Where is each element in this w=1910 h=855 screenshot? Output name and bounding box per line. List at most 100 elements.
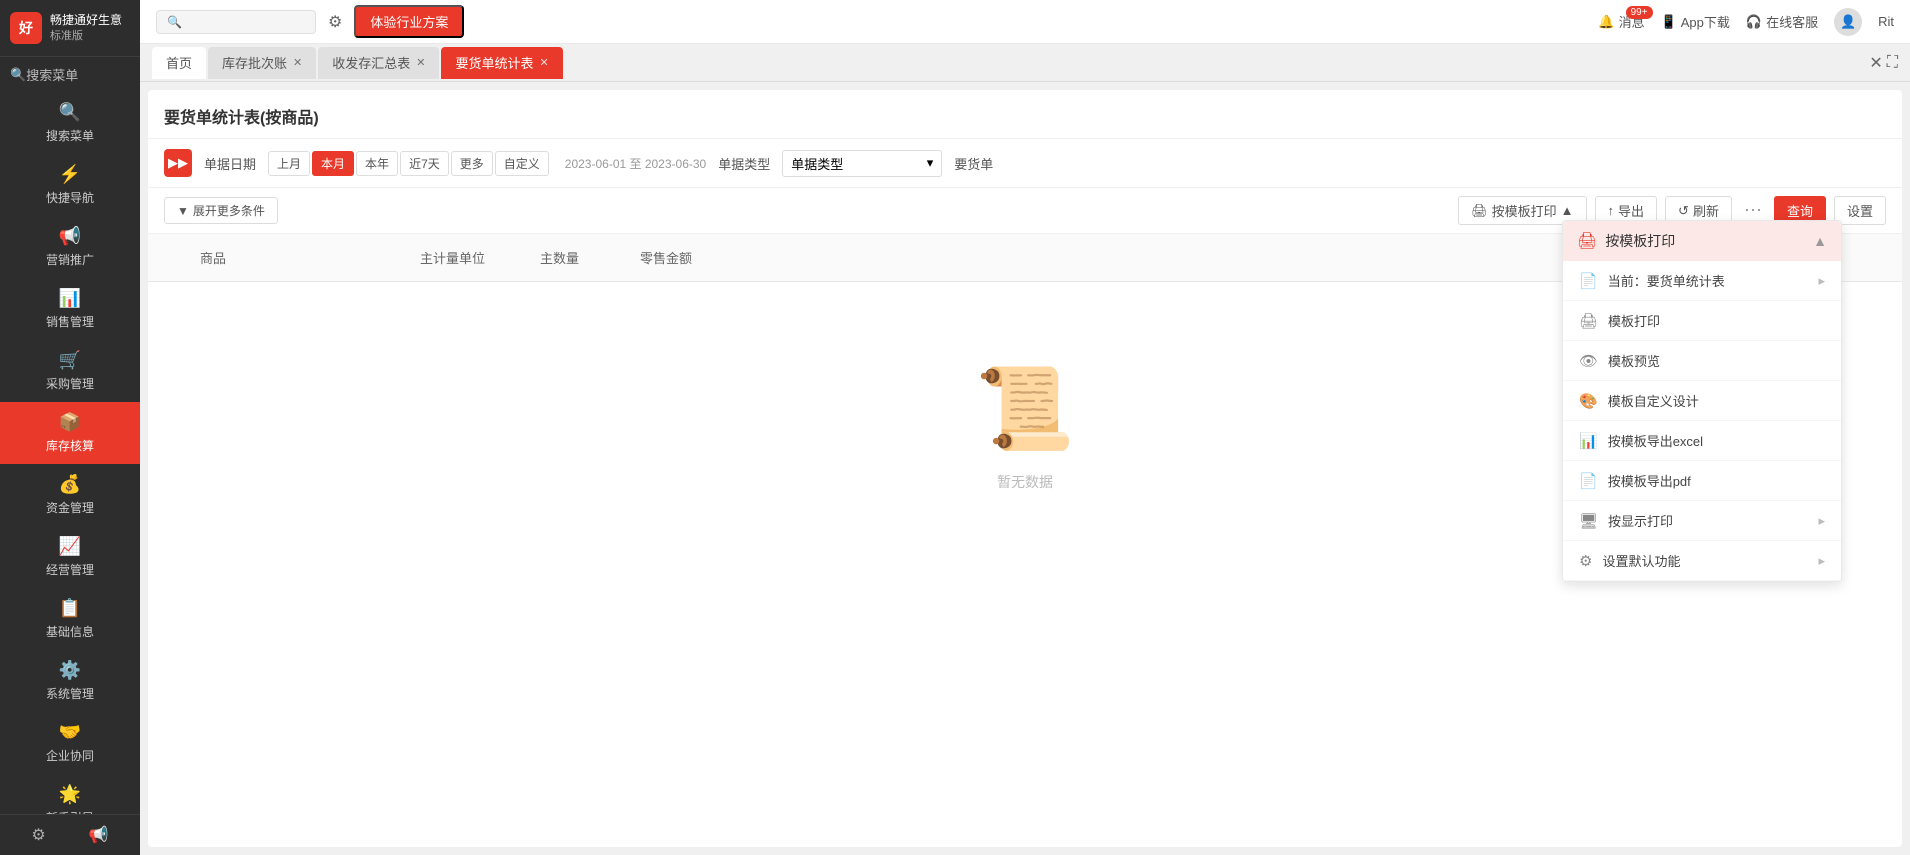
date-btn-自定义[interactable]: 自定义	[495, 151, 549, 176]
tab-close-all-button[interactable]: ✕	[1869, 53, 1882, 73]
sidebar-logo: 好 畅捷通好生意 标准版	[0, 0, 140, 57]
dropdown-template-print[interactable]: 🖨 模板打印	[1563, 301, 1841, 341]
tab-home[interactable]: 首页	[152, 47, 206, 79]
messages-button[interactable]: 🔔 消息 99+	[1598, 12, 1644, 31]
expand-icon: ▶▶	[168, 155, 188, 171]
sidebar-item-system[interactable]: ⚙️ 系统管理	[0, 650, 140, 712]
dropdown-template-preview[interactable]: 👁 模板预览	[1563, 341, 1841, 381]
settings-icon[interactable]: ⚙	[31, 825, 45, 845]
search-icon: 🔍	[167, 15, 182, 29]
date-range-label: 2023-06-01 至 2023-06-30	[565, 155, 706, 172]
online-service-button[interactable]: 🎧 在线客服	[1746, 12, 1818, 31]
date-btn-本年[interactable]: 本年	[356, 151, 398, 176]
trial-button[interactable]: 体验行业方案	[354, 5, 464, 38]
sidebar-search[interactable]: 🔍 搜索菜单	[0, 57, 140, 92]
download-icon: 📱	[1661, 14, 1677, 30]
sidebar-item-label: 销售管理	[46, 313, 94, 330]
sidebar-item-finance[interactable]: 💰 资金管理	[0, 464, 140, 526]
sidebar-item-collab[interactable]: 🤝 企业协同	[0, 712, 140, 774]
search-icon: 🔍	[59, 102, 81, 123]
sidebar-item-label: 基础信息	[46, 623, 94, 640]
dropdown-current-item[interactable]: 📄 当前：要货单统计表 ▸	[1563, 261, 1841, 301]
tab-receipt-summary[interactable]: 收发存汇总表✕	[318, 47, 439, 79]
dropdown-display-print[interactable]: 🖥 按显示打印 ▸	[1563, 501, 1841, 541]
dropdown-close-icon[interactable]: ▲	[1813, 233, 1827, 249]
sidebar-item-label: 营销推广	[46, 251, 94, 268]
sidebar-item-label: 资金管理	[46, 499, 94, 516]
sidebar-bottom: ⚙ 📢	[0, 814, 140, 855]
tab-label: 首页	[166, 53, 192, 72]
main-content: 要货单统计表(按商品) ▶▶ 单据日期 上月本月本年近7天更多自定义 2023-…	[148, 90, 1902, 847]
topbar-right: 🔔 消息 99+ 📱 App下载 🎧 在线客服 👤 Rit	[1598, 8, 1894, 36]
sidebar: 好 畅捷通好生意 标准版 🔍 搜索菜单 🔍 搜索菜单 ⚡ 快捷导航 📢 营销推广…	[0, 0, 140, 855]
dropdown-template-design[interactable]: 🎨 模板自定义设计	[1563, 381, 1841, 421]
sidebar-item-marketing[interactable]: 📢 营销推广	[0, 216, 140, 278]
expand-more-button[interactable]: ▼ 展开更多条件	[164, 197, 278, 224]
date-btn-上月[interactable]: 上月	[268, 151, 310, 176]
set-default-chevron-icon: ▸	[1818, 553, 1825, 569]
dropdown-current-label: 当前：要货单统计表	[1608, 271, 1725, 290]
table-column-header: 零售金额	[628, 242, 748, 273]
logo-icon: 好	[10, 12, 42, 44]
finance-icon: 💰	[59, 474, 81, 495]
sidebar-item-label: 系统管理	[46, 685, 94, 702]
sidebar-item-label: 新手引导	[46, 809, 94, 814]
page-header: 要货单统计表(按商品)	[148, 90, 1902, 139]
dropdown-set-default[interactable]: ⚙ 设置默认功能 ▸	[1563, 541, 1841, 581]
dropdown-title: 按模板打印	[1605, 231, 1675, 251]
topbar-gear-icon[interactable]: ⚙	[328, 12, 342, 32]
sidebar-item-search[interactable]: 🔍 搜索菜单	[0, 92, 140, 154]
date-btn-更多[interactable]: 更多	[451, 151, 493, 176]
sidebar-item-label: 快捷导航	[46, 189, 94, 206]
guide-icon: 🌟	[59, 784, 81, 805]
tab-order-stats[interactable]: 要货单统计表✕	[441, 47, 562, 79]
print-dropdown: 🖨 按模板打印 ▲ 📄 当前：要货单统计表 ▸ 🖨 模板打印 👁 模板预览	[1562, 220, 1842, 582]
sidebar-item-sales[interactable]: 📊 销售管理	[0, 278, 140, 340]
print-header-icon: 🖨	[1577, 231, 1597, 251]
tab-maximize-button[interactable]: ⛶	[1887, 53, 1898, 73]
set-default-icon: ⚙	[1579, 552, 1592, 570]
dropdown-export-excel[interactable]: 📊 按模板导出excel	[1563, 421, 1841, 461]
basic-info-icon: 📋	[59, 598, 81, 619]
topbar: 🔍 ⚙ 体验行业方案 🔔 消息 99+ 📱 App下载 🎧 在线客服 👤 Rit	[140, 0, 1910, 44]
settings-button[interactable]: 设置	[1834, 196, 1886, 225]
inventory-icon: 📦	[59, 412, 81, 433]
type-filter-label: 单据类型	[718, 154, 770, 173]
tab-label: 库存批次账	[222, 53, 287, 72]
sidebar-item-operations[interactable]: 📈 经营管理	[0, 526, 140, 588]
more-options-icon[interactable]: ⋯	[1740, 200, 1766, 221]
sidebar-item-guide[interactable]: 🌟 新手引导	[0, 774, 140, 814]
volume-icon[interactable]: 📢	[89, 825, 109, 845]
expand-more-icon: ▼	[177, 204, 189, 218]
dropdown-export-pdf[interactable]: 📄 按模板导出pdf	[1563, 461, 1841, 501]
sidebar-item-inventory[interactable]: 📦 库存核算	[0, 402, 140, 464]
table-column-header: 主数量	[528, 242, 628, 273]
sidebar-item-label: 采购管理	[46, 375, 94, 392]
export-icon: ↑	[1608, 203, 1615, 218]
sidebar-item-label: 经营管理	[46, 561, 94, 578]
empty-text: 暂无数据	[997, 472, 1053, 492]
filter-expand-button[interactable]: ▶▶	[164, 149, 192, 177]
tab-close-icon[interactable]: ✕	[540, 56, 549, 69]
avatar[interactable]: 👤	[1834, 8, 1862, 36]
empty-icon: 📜	[975, 362, 1075, 456]
template-design-icon: 🎨	[1579, 392, 1598, 410]
topbar-search[interactable]: 🔍	[156, 10, 316, 34]
sidebar-item-purchase[interactable]: 🛒 采购管理	[0, 340, 140, 402]
app-download-button[interactable]: 📱 App下载	[1661, 12, 1730, 31]
type-filter-select[interactable]: 单据类型 ▾	[782, 150, 942, 177]
tab-close-icon[interactable]: ✕	[293, 56, 302, 69]
tab-batch-account[interactable]: 库存批次账 ✕	[208, 47, 316, 79]
date-filter-label: 单据日期	[204, 154, 256, 173]
sidebar-item-quick-nav[interactable]: ⚡ 快捷导航	[0, 154, 140, 216]
username-label: Rit	[1878, 14, 1894, 29]
date-filter-buttons: 上月本月本年近7天更多自定义	[268, 151, 549, 176]
date-btn-本月[interactable]: 本月	[312, 151, 354, 176]
template-preview-icon: 👁	[1579, 352, 1598, 370]
table-column-header: 主计量单位	[408, 242, 528, 273]
tab-close-icon[interactable]: ✕	[416, 56, 425, 69]
sidebar-item-basic-info[interactable]: 📋 基础信息	[0, 588, 140, 650]
refresh-icon: ↺	[1678, 203, 1689, 219]
service-icon: 🎧	[1746, 14, 1762, 30]
date-btn-近7天[interactable]: 近7天	[400, 151, 449, 176]
